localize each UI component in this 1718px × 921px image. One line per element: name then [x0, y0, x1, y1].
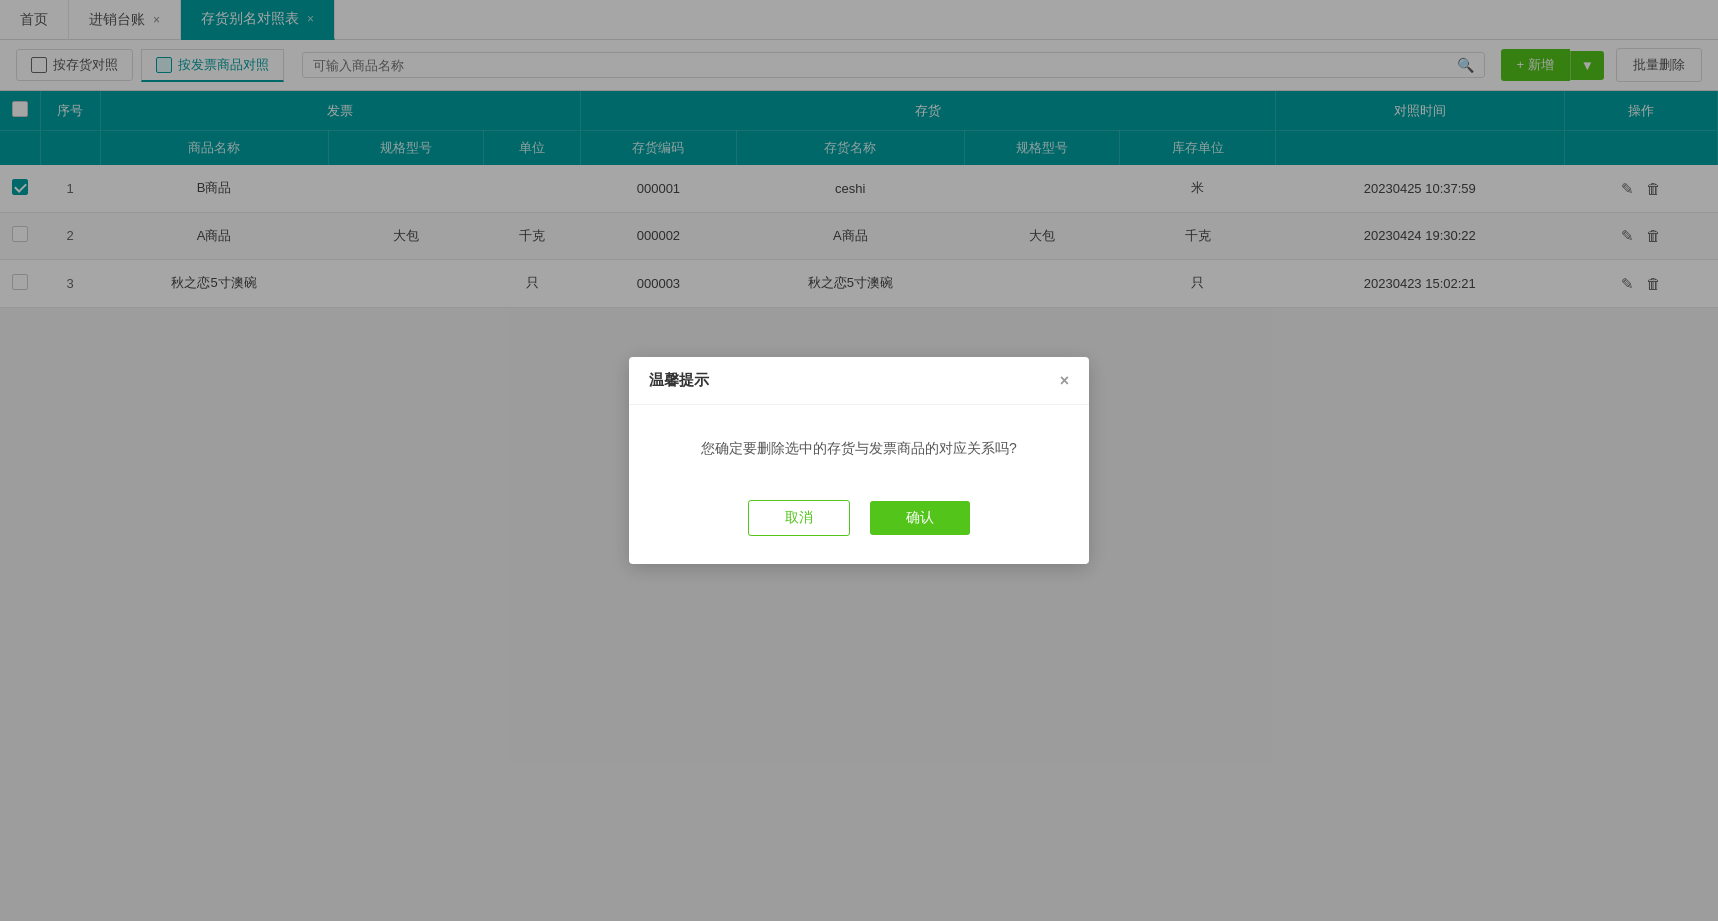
dialog-overlay: 温馨提示 × 您确定要删除选中的存货与发票商品的对应关系吗? 取消 确认 — [0, 0, 1718, 308]
